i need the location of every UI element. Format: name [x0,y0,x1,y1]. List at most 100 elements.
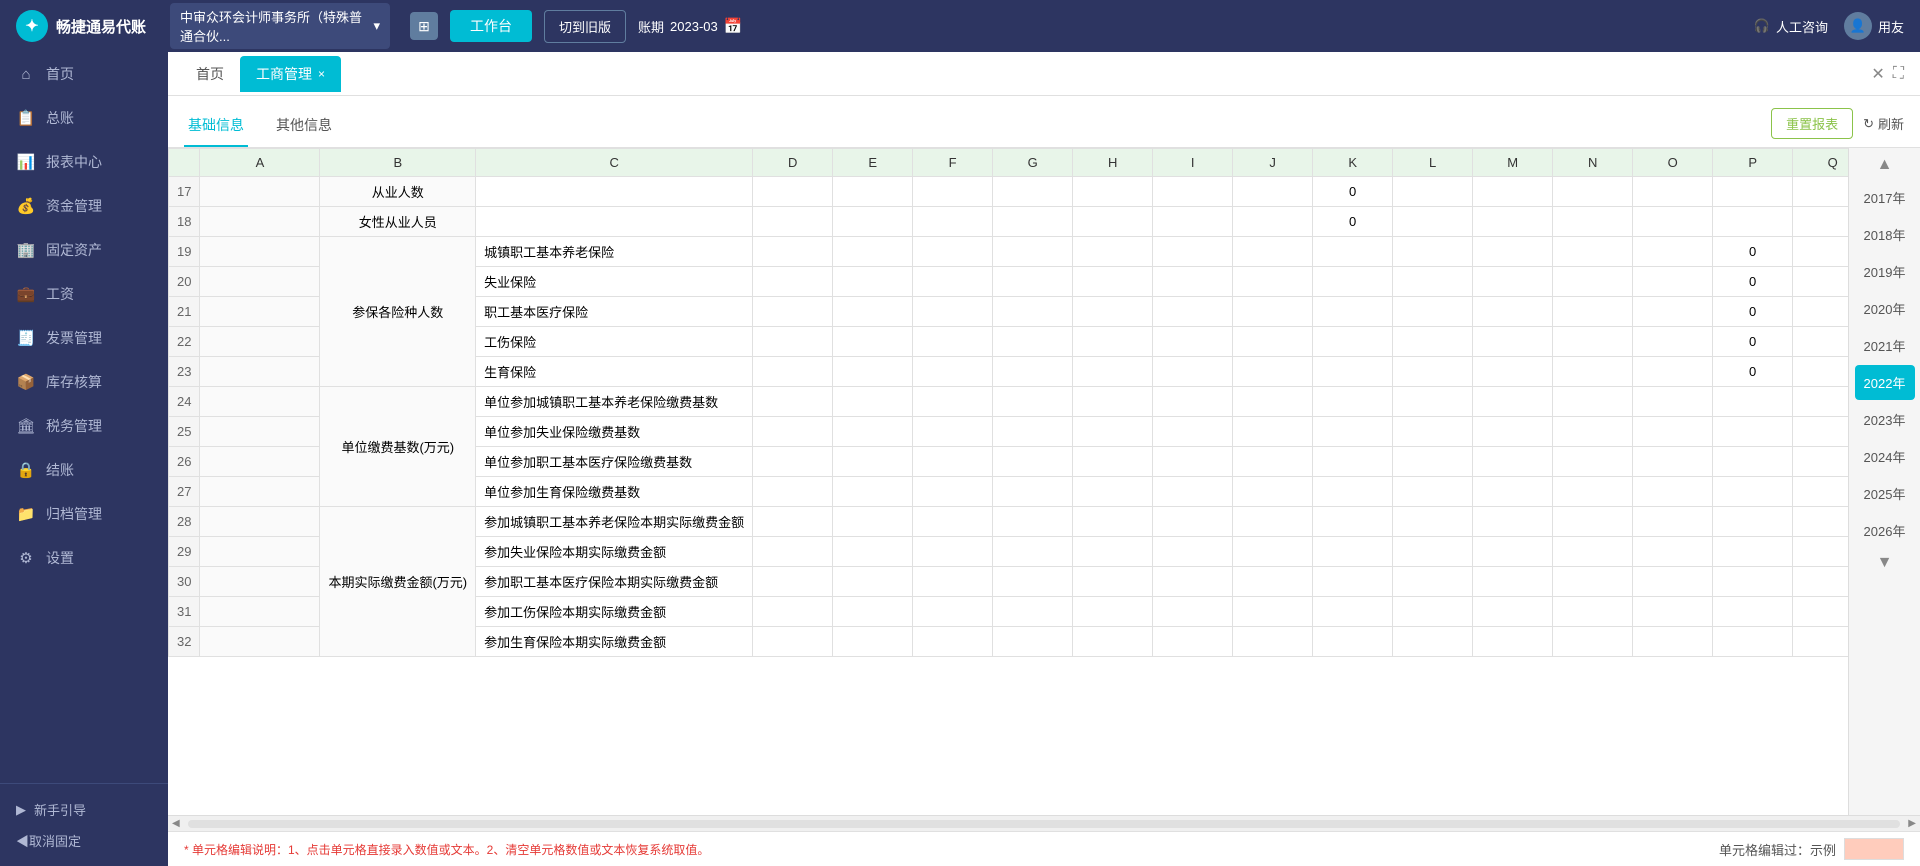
cell-i-25[interactable] [1153,417,1233,447]
cell-p-23[interactable]: 0 [1713,357,1793,387]
cell-k-27[interactable] [1313,477,1393,507]
cell-a-30[interactable] [200,567,320,597]
cell-n-31[interactable] [1553,597,1633,627]
cell-b-19[interactable]: 参保各险种人数 [320,237,476,387]
cell-i-32[interactable] [1153,627,1233,657]
cell-b-18[interactable]: 女性从业人员 [320,207,476,237]
cell-q-30[interactable] [1793,567,1848,597]
cell-p-29[interactable] [1713,537,1793,567]
tab-close-icon[interactable]: × [318,67,325,81]
cell-q-18[interactable] [1793,207,1848,237]
cell-l-32[interactable] [1393,627,1473,657]
cell-k-23[interactable] [1313,357,1393,387]
cell-n-27[interactable] [1553,477,1633,507]
cell-i-26[interactable] [1153,447,1233,477]
cell-k-19[interactable] [1313,237,1393,267]
cell-q-22[interactable] [1793,327,1848,357]
year-item-2017[interactable]: 2017年 [1855,180,1915,215]
refresh-button[interactable]: ↻ 刷新 [1863,114,1904,133]
cell-l-29[interactable] [1393,537,1473,567]
cell-g-30[interactable] [993,567,1073,597]
cell-q-28[interactable] [1793,507,1848,537]
year-item-2026[interactable]: 2026年 [1855,513,1915,548]
cell-i-28[interactable] [1153,507,1233,537]
cell-m-18[interactable] [1473,207,1553,237]
cell-o-29[interactable] [1633,537,1713,567]
sidebar-item-settings[interactable]: ⚙ 设置 [0,536,168,580]
cell-k-30[interactable] [1313,567,1393,597]
cell-p-28[interactable] [1713,507,1793,537]
cell-l-23[interactable] [1393,357,1473,387]
cell-a-20[interactable] [200,267,320,297]
cell-g-27[interactable] [993,477,1073,507]
cell-j-23[interactable] [1233,357,1313,387]
cell-d-31[interactable] [753,597,833,627]
cell-p-24[interactable] [1713,387,1793,417]
cell-a-27[interactable] [200,477,320,507]
company-selector[interactable]: 中审众环会计师事务所（特殊普通合伙... ▾ [170,3,390,49]
calendar-icon[interactable]: 📅 [724,17,743,35]
cell-m-23[interactable] [1473,357,1553,387]
cell-e-26[interactable] [833,447,913,477]
cell-e-28[interactable] [833,507,913,537]
cell-l-17[interactable] [1393,177,1473,207]
cell-i-17[interactable] [1153,177,1233,207]
cell-m-25[interactable] [1473,417,1553,447]
cell-f-24[interactable] [913,387,993,417]
cell-l-20[interactable] [1393,267,1473,297]
cell-m-19[interactable] [1473,237,1553,267]
help-button[interactable]: 🎧 人工咨询 [1754,17,1828,36]
cell-p-25[interactable] [1713,417,1793,447]
cell-e-23[interactable] [833,357,913,387]
cell-p-27[interactable] [1713,477,1793,507]
cell-g-32[interactable] [993,627,1073,657]
cell-l-19[interactable] [1393,237,1473,267]
tab-industry-management[interactable]: 工商管理 × [240,56,341,92]
cell-a-22[interactable] [200,327,320,357]
cell-a-28[interactable] [200,507,320,537]
cell-i-22[interactable] [1153,327,1233,357]
cell-g-18[interactable] [993,207,1073,237]
cell-h-28[interactable] [1073,507,1153,537]
year-item-2020[interactable]: 2020年 [1855,291,1915,326]
cell-f-27[interactable] [913,477,993,507]
cell-c-23[interactable]: 生育保险 [476,357,753,387]
cell-h-19[interactable] [1073,237,1153,267]
cell-e-20[interactable] [833,267,913,297]
cell-o-24[interactable] [1633,387,1713,417]
cell-h-30[interactable] [1073,567,1153,597]
cell-p-32[interactable] [1713,627,1793,657]
cell-h-29[interactable] [1073,537,1153,567]
cell-o-20[interactable] [1633,267,1713,297]
sidebar-item-close[interactable]: 🔒 结账 [0,448,168,492]
cell-p-30[interactable] [1713,567,1793,597]
cell-o-23[interactable] [1633,357,1713,387]
cell-m-20[interactable] [1473,267,1553,297]
cell-o-18[interactable] [1633,207,1713,237]
cell-j-32[interactable] [1233,627,1313,657]
cell-g-25[interactable] [993,417,1073,447]
sidebar-item-reports[interactable]: 📊 报表中心 [0,140,168,184]
cell-e-17[interactable] [833,177,913,207]
cell-j-18[interactable] [1233,207,1313,237]
cell-i-20[interactable] [1153,267,1233,297]
cell-e-25[interactable] [833,417,913,447]
cell-e-24[interactable] [833,387,913,417]
cell-l-26[interactable] [1393,447,1473,477]
cell-n-18[interactable] [1553,207,1633,237]
unpin-item[interactable]: ◀取消固定 [16,825,152,856]
cell-f-22[interactable] [913,327,993,357]
cell-j-31[interactable] [1233,597,1313,627]
cell-c-20[interactable]: 失业保险 [476,267,753,297]
cell-j-25[interactable] [1233,417,1313,447]
cell-d-25[interactable] [753,417,833,447]
cell-e-30[interactable] [833,567,913,597]
year-item-2021[interactable]: 2021年 [1855,328,1915,363]
cell-q-32[interactable] [1793,627,1848,657]
spreadsheet-inner[interactable]: ABCDEFGHIJKLMNOPQ 17从业人数018女性从业人员019参保各险… [168,148,1848,815]
cell-f-19[interactable] [913,237,993,267]
cell-i-18[interactable] [1153,207,1233,237]
cell-c-26[interactable]: 单位参加职工基本医疗保险缴费基数 [476,447,753,477]
cell-h-21[interactable] [1073,297,1153,327]
cell-l-22[interactable] [1393,327,1473,357]
